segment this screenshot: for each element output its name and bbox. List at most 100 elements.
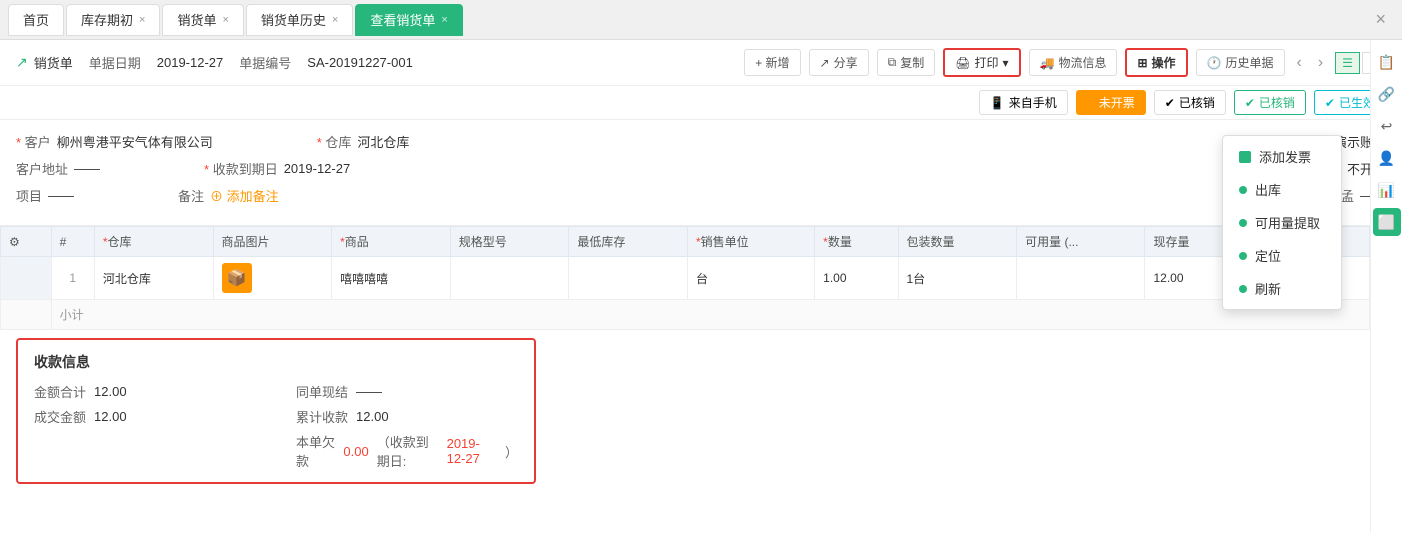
col-min-stock: 最低库存	[569, 227, 688, 257]
col-product-img: 商品图片	[213, 227, 332, 257]
outbound-label: 出库	[1255, 180, 1281, 199]
subtotal-label: 小计	[51, 300, 1369, 330]
copy-icon: ⧉	[888, 55, 897, 70]
note-label: 备注	[178, 186, 204, 205]
nav-prev-icon[interactable]: ‹	[1293, 52, 1306, 74]
voided-check-icon: ✔	[1245, 96, 1255, 110]
logistics-icon: 🚚	[1040, 56, 1055, 70]
col-pack-qty: 包装数量	[898, 227, 1017, 257]
customer-label: 客户	[16, 132, 51, 151]
tab-home[interactable]: 首页	[8, 4, 64, 36]
row-warehouse: 河北仓库	[94, 257, 213, 300]
row-product: 嘻嘻嘻嘻	[332, 257, 451, 300]
col-settings[interactable]: ⚙	[1, 227, 52, 257]
date-label: 单据日期	[89, 53, 141, 72]
dropdown-locate[interactable]: 定位	[1223, 239, 1341, 272]
due-date-text: （收款到期日:	[377, 432, 439, 470]
history-button[interactable]: 🕐 历史单据	[1196, 49, 1285, 76]
col-spec: 规格型号	[450, 227, 569, 257]
share-label: 分享	[834, 54, 858, 71]
history-icon: 🕐	[1207, 56, 1222, 70]
sidebar-icon-5[interactable]: 📊	[1373, 176, 1401, 204]
operation-button[interactable]: ⊞ 操作	[1125, 48, 1187, 77]
note-field: 备注 ⊕ 添加备注	[178, 186, 279, 205]
dropdown-add-invoice[interactable]: 添加发票	[1223, 140, 1341, 173]
col-sales-unit: *销售单位	[688, 227, 815, 257]
locate-label: 定位	[1255, 246, 1281, 265]
share-button[interactable]: ↗ 分享	[809, 49, 869, 76]
row-num: 1	[51, 257, 94, 300]
add-invoice-label: 添加发票	[1259, 147, 1311, 166]
tab-sales-history-close[interactable]: ×	[332, 14, 338, 26]
deal-amount-value: 12.00	[94, 409, 127, 424]
row-min-stock	[569, 257, 688, 300]
product-img-icon: 📦	[227, 268, 247, 288]
print-button[interactable]: 🖨 打印 ▾	[943, 48, 1020, 77]
voided-label: 已核销	[1259, 94, 1295, 111]
checked-label: 已核销	[1179, 94, 1215, 111]
project-field: 项目 ——	[16, 186, 74, 205]
subtotal-settings	[1, 300, 52, 330]
check-icon: ✔	[1165, 96, 1175, 110]
share-icon: ↗	[820, 56, 830, 70]
dropdown-outbound[interactable]: 出库	[1223, 173, 1341, 206]
sales-order-icon: ↗	[16, 54, 28, 71]
tab-inventory-init-label: 库存期初	[81, 10, 133, 29]
tab-inventory-init-close[interactable]: ×	[139, 14, 145, 26]
tab-sales-history-label: 销货单历史	[261, 10, 326, 29]
warehouse-value: 河北仓库	[357, 132, 409, 151]
addr-field: 客户地址 ——	[16, 159, 100, 178]
view-list-button[interactable]: ☰	[1335, 52, 1360, 74]
tab-sales-history[interactable]: 销货单历史 ×	[246, 4, 353, 36]
doc-meta: 单据日期 2019-12-27 单据编号 SA-20191227-001	[89, 53, 413, 72]
dropdown-available-qty[interactable]: 可用量提取	[1223, 206, 1341, 239]
tab-inventory-init[interactable]: 库存期初 ×	[66, 4, 160, 36]
row-sales-unit: 台	[688, 257, 815, 300]
add-note-button[interactable]: ⊕ 添加备注	[210, 186, 279, 205]
copy-button[interactable]: ⧉ 复制	[877, 49, 936, 76]
nav-next-icon[interactable]: ›	[1314, 52, 1327, 74]
sidebar-icon-1[interactable]: 📋	[1373, 48, 1401, 76]
product-image: 📦	[222, 263, 252, 293]
row-settings	[1, 257, 52, 300]
operation-label: 操作	[1152, 54, 1176, 71]
voided-button[interactable]: ✔ 已核销	[1234, 90, 1306, 115]
sidebar-icon-expand[interactable]: ⬜	[1373, 208, 1401, 236]
checked-button[interactable]: ✔ 已核销	[1154, 90, 1226, 115]
subtotal-row: 小计	[1, 300, 1370, 330]
payment-grid: 金额合计 12.00 同单现结 —— 成交金额 12.00 累计收款 12.00…	[34, 382, 518, 470]
add-button[interactable]: + 新增	[744, 49, 800, 76]
logistics-button[interactable]: 🚚 物流信息	[1029, 49, 1118, 76]
deal-amount-row: 成交金额 12.00	[34, 407, 256, 426]
total-value: 12.00	[94, 384, 127, 399]
window-close-icon[interactable]: ×	[1367, 9, 1394, 29]
row-quantity: 1.00	[815, 257, 898, 300]
tab-view-sales-label: 查看销货单	[370, 10, 435, 29]
tab-sales-order[interactable]: 销货单 ×	[162, 4, 243, 36]
addr-label: 客户地址	[16, 159, 68, 178]
available-qty-icon	[1239, 219, 1247, 227]
sidebar-icon-3[interactable]: ↩	[1373, 112, 1401, 140]
available-qty-label: 可用量提取	[1255, 213, 1320, 232]
col-num: #	[51, 227, 94, 257]
sidebar-icon-4[interactable]: 👤	[1373, 144, 1401, 172]
deal-amount-label: 成交金额	[34, 407, 86, 426]
tab-view-sales[interactable]: 查看销货单 ×	[355, 4, 462, 36]
effective-check-icon: ✔	[1325, 96, 1335, 110]
not-opened-button[interactable]: 未开票	[1076, 90, 1146, 115]
same-order-value: ——	[356, 384, 382, 399]
print-label: 打印	[974, 54, 998, 71]
doc-header: ↗ 销货单 单据日期 2019-12-27 单据编号 SA-20191227-0…	[0, 40, 1402, 86]
from-mobile-button[interactable]: 📱 来自手机	[979, 90, 1068, 115]
tab-view-sales-close[interactable]: ×	[441, 14, 447, 26]
outbound-icon	[1239, 186, 1247, 194]
sidebar-icon-2[interactable]: 🔗	[1373, 80, 1401, 108]
main-content: ↗ 销货单 单据日期 2019-12-27 单据编号 SA-20191227-0…	[0, 40, 1402, 533]
status-row: 📱 来自手机 未开票 ✔ 已核销 ✔ 已核销 ✔ 已生效	[0, 86, 1402, 120]
same-order-row: 同单现结 ——	[296, 382, 518, 401]
data-table: ⚙ # *仓库 商品图片 *商品 规格型号 最低库存 *销售单位 *数量 包装数…	[0, 226, 1370, 330]
total-row: 金额合计 12.00	[34, 382, 256, 401]
customer-value: 柳州粤港平安气体有限公司	[57, 132, 213, 151]
tab-sales-order-close[interactable]: ×	[222, 14, 228, 26]
dropdown-refresh[interactable]: 刷新	[1223, 272, 1341, 305]
